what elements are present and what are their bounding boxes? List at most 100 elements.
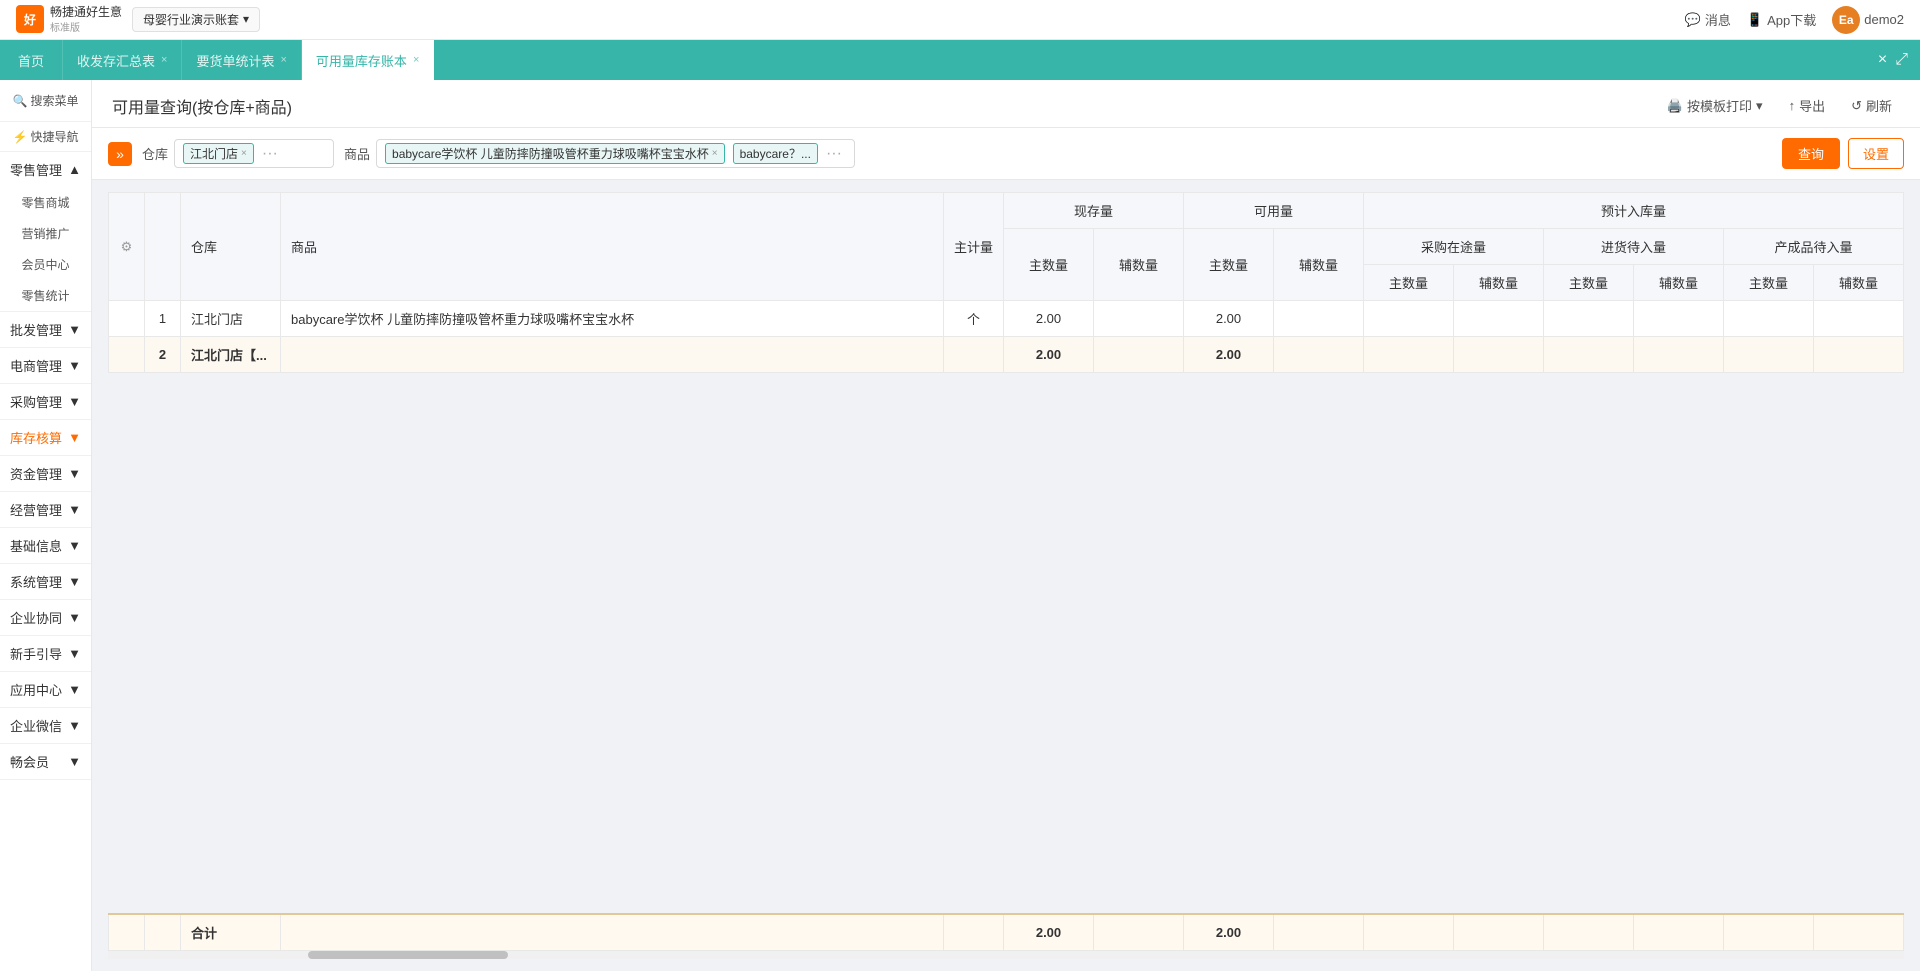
product-tag-2[interactable]: babycare？... bbox=[733, 143, 818, 164]
th-stock-aux-qty: 辅数量 bbox=[1094, 229, 1184, 301]
footer-label: 合计 bbox=[181, 914, 281, 951]
nav-tabs: 首页 收发存汇总表 × 要货单统计表 × 可用量库存账本 × × ⤢ bbox=[0, 40, 1920, 80]
app-download-button[interactable]: 📱 App下载 bbox=[1747, 10, 1816, 29]
sidebar-item-app-center[interactable]: 应用中心 ▼ bbox=[0, 672, 91, 707]
settings-button[interactable]: 设置 bbox=[1848, 138, 1904, 169]
main-layout: 🔍 搜索菜单 ⚡ 快捷导航 零售管理 ▲ 零售商城 营销推广 会员中心 零售统计 bbox=[0, 80, 1920, 971]
row2-avail-aux bbox=[1274, 337, 1364, 373]
sidebar-item-inventory-check[interactable]: 库存核算 ▼ bbox=[0, 420, 91, 455]
sidebar-item-enterprise-collab[interactable]: 企业协同 ▼ bbox=[0, 600, 91, 635]
user-area[interactable]: Ea demo2 bbox=[1832, 6, 1904, 34]
warehouse-more-button[interactable]: ··· bbox=[258, 145, 282, 163]
page-header: 可用量查询(按仓库+商品) 🖨️ 按模板打印 ▾ ↑ 导出 ↺ 刷新 bbox=[92, 80, 1920, 128]
warehouse-tag[interactable]: 江北门店 × bbox=[183, 143, 254, 164]
row2-purch-aux bbox=[1634, 337, 1724, 373]
row1-product: babycare学饮杯 儿童防摔防撞吸管杯重力球吸嘴杯宝宝水杯 bbox=[281, 301, 944, 337]
message-label: 消息 bbox=[1705, 10, 1731, 29]
product-tag-1[interactable]: babycare学饮杯 儿童防摔防撞吸管杯重力球吸嘴杯宝宝水杯 × bbox=[385, 143, 725, 164]
top-bar: 好 畅捷通好生意 标准版 母婴行业演示账套 ▾ 💬 消息 📱 App下载 Ea … bbox=[0, 0, 1920, 40]
row1-proc-main bbox=[1364, 301, 1454, 337]
scrollbar-thumb[interactable] bbox=[308, 951, 508, 959]
logo-text: 畅捷通好生意 bbox=[50, 5, 122, 19]
tab-available-inventory[interactable]: 可用量库存账本 × bbox=[302, 40, 434, 80]
table-row: 1 江北门店 babycare学饮杯 儿童防摔防撞吸管杯重力球吸嘴杯宝宝水杯 个… bbox=[109, 301, 1904, 337]
tab-order-stats-close[interactable]: × bbox=[280, 54, 286, 66]
th-proc-main-qty: 主数量 bbox=[1364, 265, 1454, 301]
product-input[interactable]: babycare学饮杯 儿童防摔防撞吸管杯重力球吸嘴杯宝宝水杯 × babyca… bbox=[376, 139, 855, 168]
th-avail-aux-qty: 辅数量 bbox=[1274, 229, 1364, 301]
product-tag-2-value: babycare？... bbox=[740, 145, 811, 162]
settings-icon[interactable]: ⚙ bbox=[121, 239, 133, 254]
footer-total-row: 合计 2.00 2.00 bbox=[109, 914, 1904, 951]
filter-expand-button[interactable]: » bbox=[108, 142, 132, 166]
th-no bbox=[145, 193, 181, 301]
tab-available-inventory-close[interactable]: × bbox=[413, 54, 419, 66]
message-button[interactable]: 💬 消息 bbox=[1685, 10, 1731, 29]
row1-avail-main: 2.00 bbox=[1184, 301, 1274, 337]
tab-receive-send-close[interactable]: × bbox=[161, 54, 167, 66]
print-button[interactable]: 🖨️ 按模板打印 ▾ bbox=[1659, 92, 1771, 119]
chevron-down-icon: ▾ bbox=[1756, 98, 1763, 114]
search-icon: 🔍 bbox=[13, 94, 28, 108]
chevron-down-icon: ▼ bbox=[68, 646, 81, 661]
row2-no: 2 bbox=[145, 337, 181, 373]
close-all-tabs-button[interactable]: × bbox=[1878, 51, 1887, 69]
chevron-down-icon: ▾ bbox=[243, 12, 249, 26]
industry-selector[interactable]: 母婴行业演示账套 ▾ bbox=[132, 7, 260, 32]
row1-prod-main bbox=[1724, 301, 1814, 337]
horizontal-scrollbar[interactable] bbox=[108, 951, 1904, 959]
sidebar: 🔍 搜索菜单 ⚡ 快捷导航 零售管理 ▲ 零售商城 营销推广 会员中心 零售统计 bbox=[0, 80, 92, 971]
logo-icon: 好 bbox=[16, 5, 44, 33]
chevron-down-icon: ▼ bbox=[68, 394, 81, 409]
sidebar-item-member[interactable]: 畅会员 ▼ bbox=[0, 744, 91, 779]
print-label: 按模板打印 bbox=[1687, 96, 1752, 115]
chevron-down-icon: ▼ bbox=[68, 358, 81, 373]
sidebar-item-retail-stats[interactable]: 零售统计 bbox=[0, 280, 91, 311]
product-more-button[interactable]: ··· bbox=[822, 145, 846, 163]
sidebar-item-finance-mgmt[interactable]: 资金管理 ▼ bbox=[0, 456, 91, 491]
sidebar-search-button[interactable]: 🔍 搜索菜单 bbox=[8, 88, 83, 113]
sidebar-section-inventory: 库存核算 ▼ bbox=[0, 420, 91, 456]
footer-purch-main bbox=[1544, 914, 1634, 951]
sidebar-item-purchase-mgmt[interactable]: 采购管理 ▼ bbox=[0, 384, 91, 419]
row2-settings bbox=[109, 337, 145, 373]
tab-receive-send[interactable]: 收发存汇总表 × bbox=[63, 40, 182, 80]
sidebar-quick-nav[interactable]: ⚡ 快捷导航 bbox=[0, 122, 91, 152]
sidebar-item-new-guide[interactable]: 新手引导 ▼ bbox=[0, 636, 91, 671]
app-download-label: App下载 bbox=[1767, 10, 1816, 29]
sidebar-section-purchase: 采购管理 ▼ bbox=[0, 384, 91, 420]
sidebar-item-enterprise-wechat[interactable]: 企业微信 ▼ bbox=[0, 708, 91, 743]
sidebar-item-operation-mgmt[interactable]: 经营管理 ▼ bbox=[0, 492, 91, 527]
sidebar-item-basic-info[interactable]: 基础信息 ▼ bbox=[0, 528, 91, 563]
export-button[interactable]: ↑ 导出 bbox=[1781, 92, 1834, 119]
row2-product bbox=[281, 337, 944, 373]
row2-avail-main: 2.00 bbox=[1184, 337, 1274, 373]
tab-order-stats[interactable]: 要货单统计表 × bbox=[182, 40, 301, 80]
th-plan-inbound: 预计入库量 bbox=[1364, 193, 1904, 229]
industry-label: 母婴行业演示账套 bbox=[143, 11, 239, 28]
app-icon: 📱 bbox=[1747, 12, 1763, 28]
chevron-down-icon: ▼ bbox=[68, 610, 81, 625]
sidebar-item-ecommerce-mgmt[interactable]: 电商管理 ▼ bbox=[0, 348, 91, 383]
tab-home[interactable]: 首页 bbox=[0, 40, 63, 80]
warehouse-tag-close[interactable]: × bbox=[241, 148, 247, 159]
refresh-icon: ↺ bbox=[1851, 98, 1862, 114]
row1-prod-aux bbox=[1814, 301, 1904, 337]
expand-window-button[interactable]: ⤢ bbox=[1895, 51, 1908, 69]
sidebar-item-marketing[interactable]: 营销推广 bbox=[0, 218, 91, 249]
query-button[interactable]: 查询 bbox=[1782, 138, 1840, 169]
sidebar-item-retail-mall[interactable]: 零售商城 bbox=[0, 187, 91, 218]
product-tag-1-close[interactable]: × bbox=[712, 148, 718, 159]
th-production-awaiting: 产成品待入量 bbox=[1724, 229, 1904, 265]
row1-purch-aux bbox=[1634, 301, 1724, 337]
sidebar-item-retail-mgmt[interactable]: 零售管理 ▲ bbox=[0, 152, 91, 187]
chevron-down-icon: ▼ bbox=[68, 574, 81, 589]
filter-actions: 查询 设置 bbox=[1782, 138, 1904, 169]
sidebar-item-member-center[interactable]: 会员中心 bbox=[0, 249, 91, 280]
row1-stock-main: 2.00 bbox=[1004, 301, 1094, 337]
sidebar-item-system-mgmt[interactable]: 系统管理 ▼ bbox=[0, 564, 91, 599]
sidebar-section-wholesale: 批发管理 ▼ bbox=[0, 312, 91, 348]
sidebar-item-wholesale-mgmt[interactable]: 批发管理 ▼ bbox=[0, 312, 91, 347]
warehouse-input[interactable]: 江北门店 × ··· bbox=[174, 139, 334, 168]
refresh-button[interactable]: ↺ 刷新 bbox=[1843, 92, 1900, 119]
